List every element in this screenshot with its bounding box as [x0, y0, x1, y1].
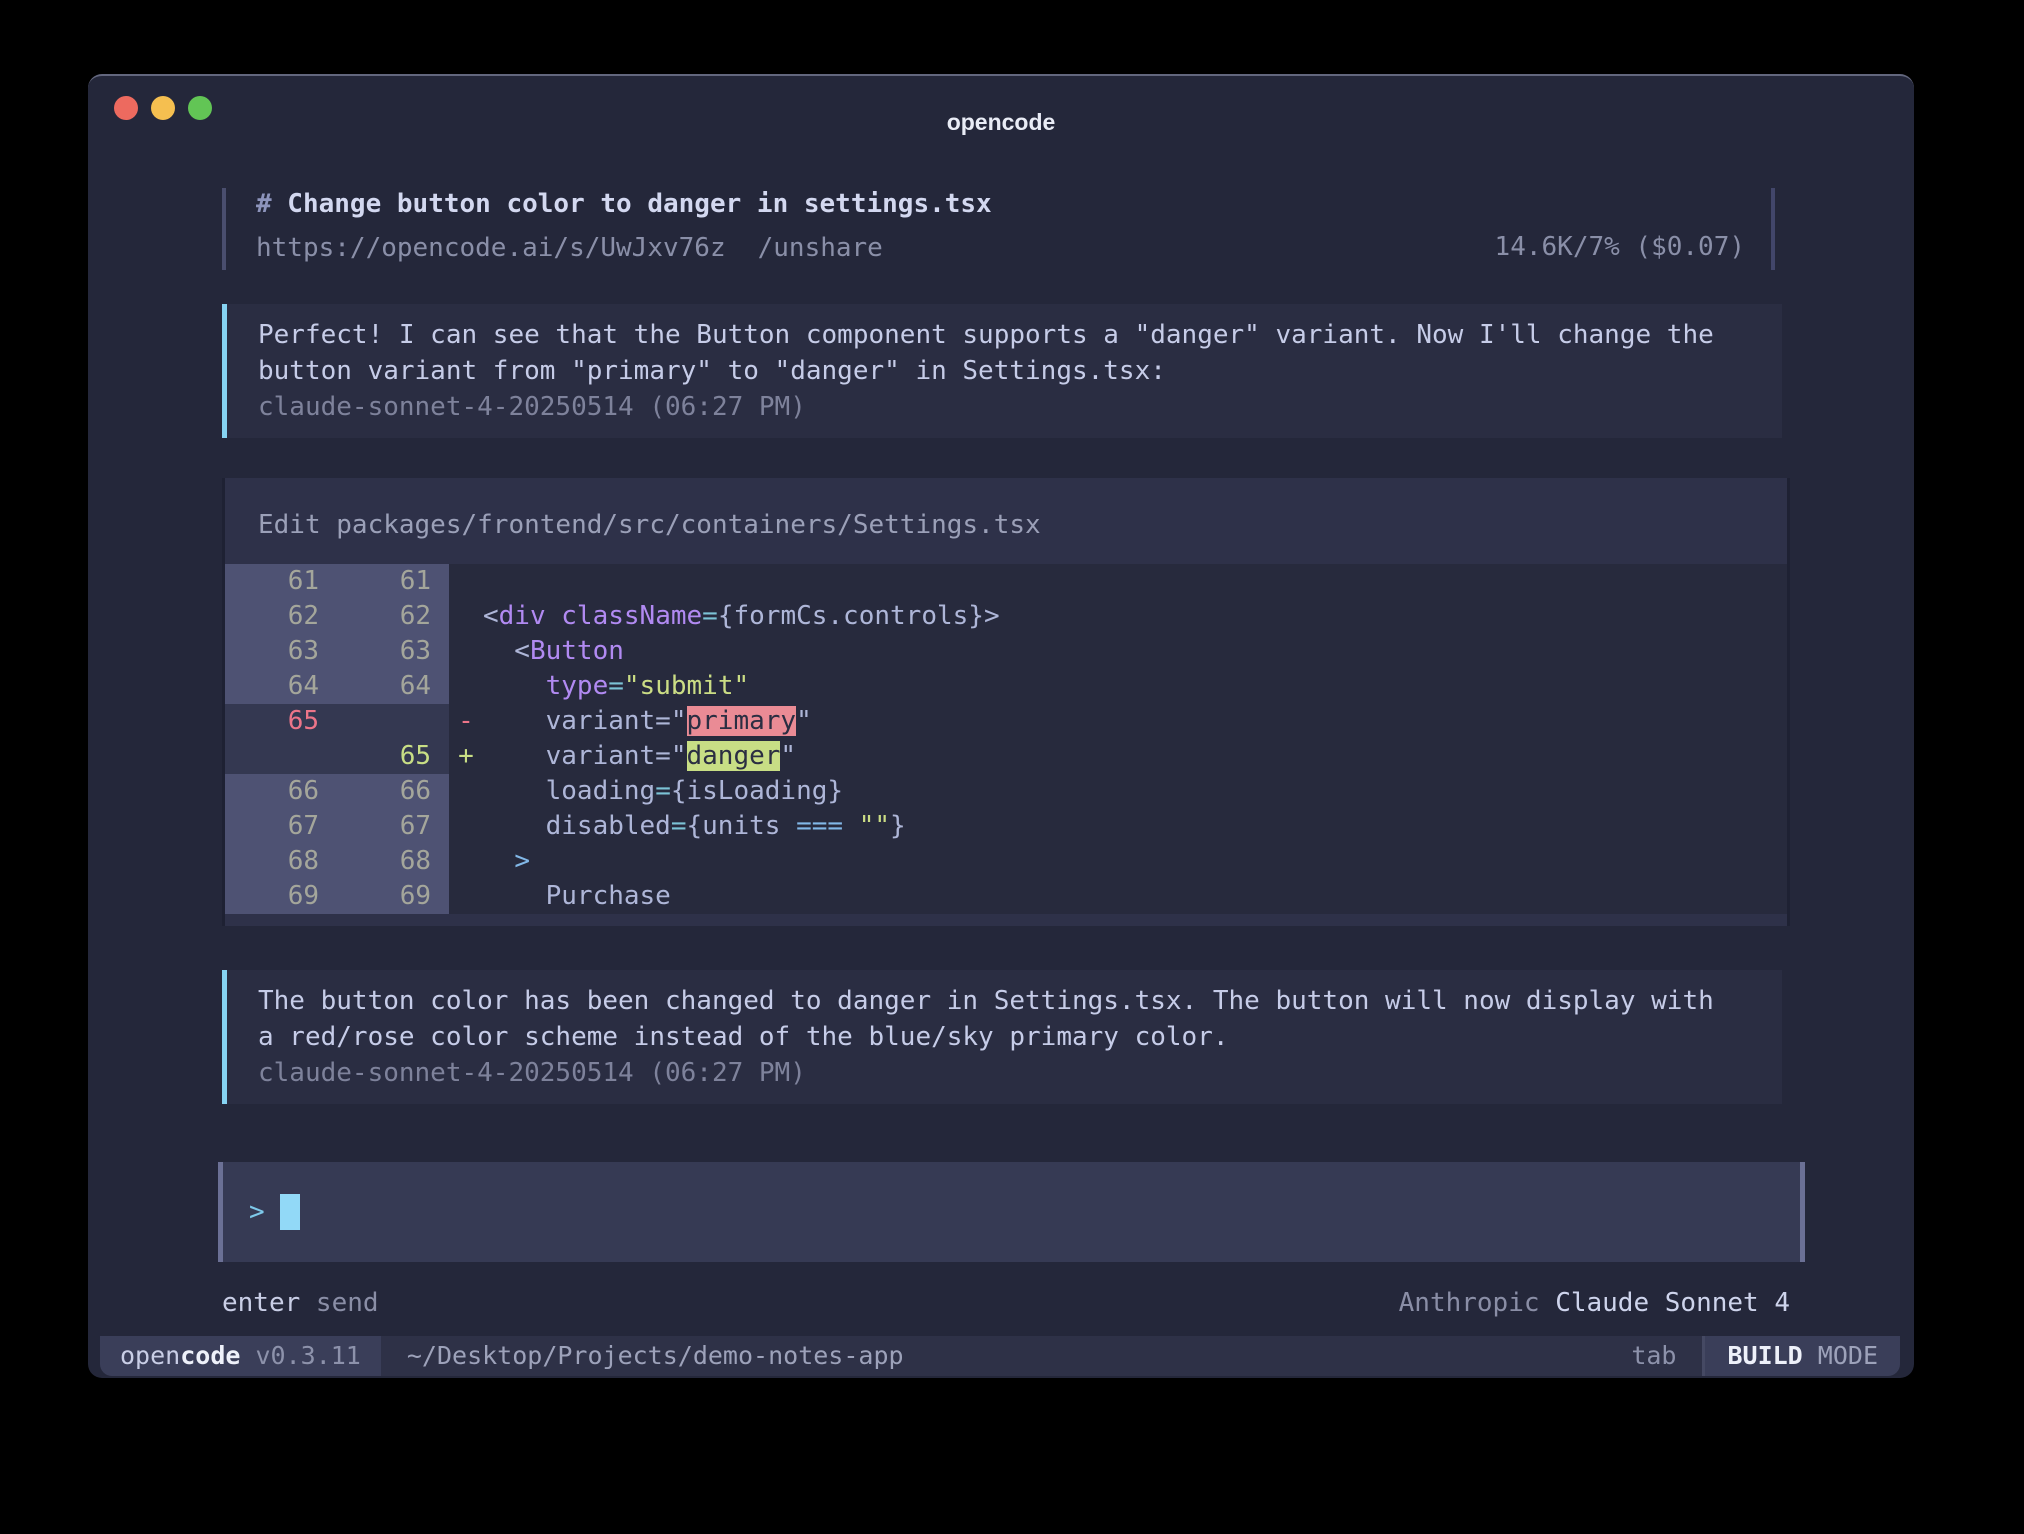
window-title: opencode — [88, 81, 1914, 136]
message-text: Perfect! I can see that the Button compo… — [258, 317, 1782, 353]
message-text: a red/rose color scheme instead of the b… — [258, 1019, 1782, 1055]
token-usage: 14.6K/7% ($0.07) — [1495, 188, 1771, 270]
working-directory: ~/Desktop/Projects/demo-notes-app — [407, 1336, 1631, 1376]
hints-row: enter send Anthropic Claude Sonnet 4 — [222, 1288, 1790, 1318]
diff-row: 6161 — [225, 564, 1787, 599]
session-header: # Change button color to danger in setti… — [222, 188, 1775, 270]
diff-row: 65+ variant="danger" — [225, 739, 1787, 774]
message-text: button variant from "primary" to "danger… — [258, 353, 1782, 389]
session-title: # Change button color to danger in setti… — [256, 188, 1495, 220]
model-indicator: Anthropic Claude Sonnet 4 — [1399, 1288, 1790, 1318]
diff-row: 6464 type="submit" — [225, 669, 1787, 704]
diff-row: 65- variant="primary" — [225, 704, 1787, 739]
opencode-window: opencode # Change button color to danger… — [88, 74, 1914, 1378]
share-url[interactable]: https://opencode.ai/s/UwJxv76z — [256, 233, 726, 263]
maximize-button[interactable] — [188, 96, 212, 120]
diff-row: 6262<div className={formCs.controls}> — [225, 599, 1787, 634]
diff-row: 6363 <Button — [225, 634, 1787, 669]
diff-row: 6969 Purchase — [225, 879, 1787, 914]
header-right-bar — [1771, 188, 1775, 270]
message-model-timestamp: claude-sonnet-4-20250514 (06:27 PM) — [258, 1055, 1782, 1091]
titlebar: opencode — [88, 76, 1914, 140]
message-model-timestamp: claude-sonnet-4-20250514 (06:27 PM) — [258, 389, 1782, 425]
build-mode-badge[interactable]: BUILD MODE — [1705, 1336, 1900, 1376]
status-bar: opencode v0.3.11 ~/Desktop/Projects/demo… — [100, 1336, 1900, 1376]
diff-row: 6767 disabled={units === ""} — [225, 809, 1787, 844]
diff-row: 6666 loading={isLoading} — [225, 774, 1787, 809]
assistant-message: The button color has been changed to dan… — [222, 970, 1782, 1104]
app-version-chip: opencode v0.3.11 — [100, 1336, 381, 1376]
enter-hint: enter send — [222, 1288, 379, 1318]
edit-file-path: Edit packages/frontend/src/containers/Se… — [225, 512, 1787, 538]
minimize-button[interactable] — [151, 96, 175, 120]
text-cursor — [280, 1194, 300, 1230]
hash-symbol: # — [256, 189, 272, 219]
prompt-input[interactable]: > — [218, 1162, 1805, 1262]
diff-row: 6868 > — [225, 844, 1787, 879]
assistant-message: Perfect! I can see that the Button compo… — [222, 304, 1782, 438]
diff-view: 61616262<div className={formCs.controls}… — [225, 564, 1787, 914]
edit-tool-block: Edit packages/frontend/src/containers/Se… — [222, 478, 1790, 926]
unshare-command[interactable]: /unshare — [758, 233, 883, 263]
tab-hint[interactable]: tab — [1631, 1336, 1702, 1376]
message-text: The button color has been changed to dan… — [258, 983, 1782, 1019]
close-button[interactable] — [114, 96, 138, 120]
traffic-lights — [114, 76, 212, 140]
prompt-symbol: > — [249, 1197, 265, 1227]
